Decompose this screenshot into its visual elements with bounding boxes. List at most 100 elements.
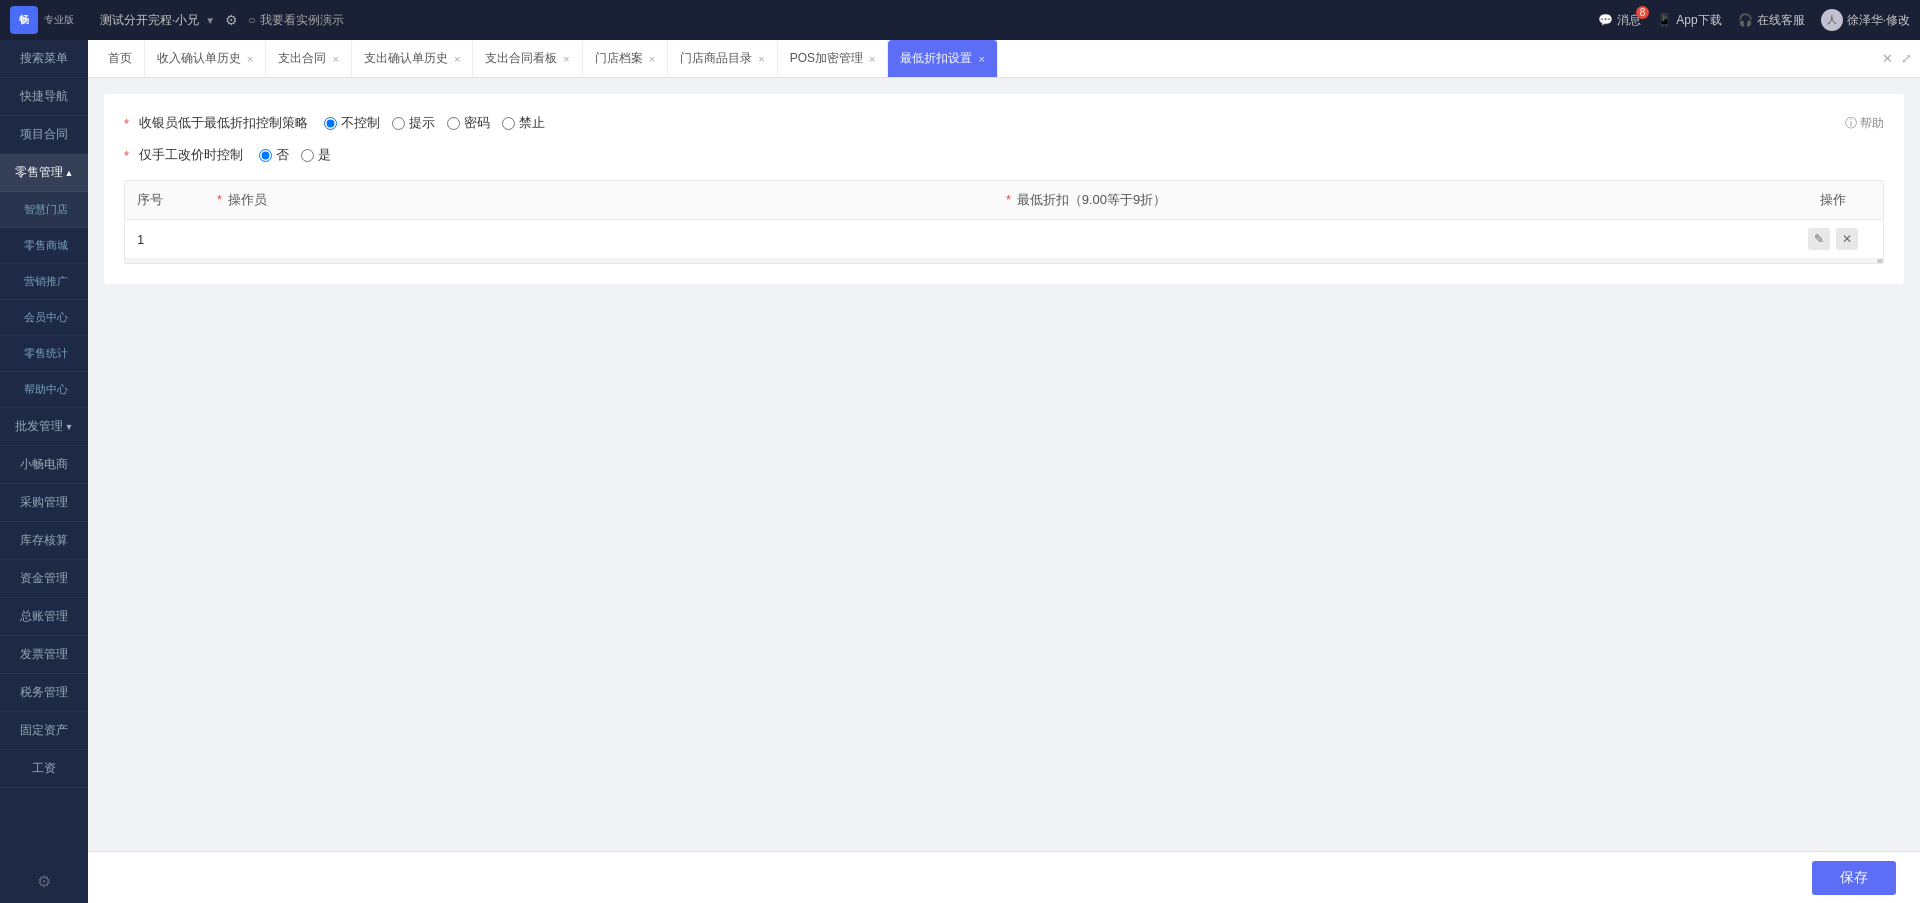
col-header-seq: 序号 <box>125 181 205 219</box>
sidebar-item-member[interactable]: 会员中心 <box>0 300 88 336</box>
option-manual-no[interactable]: 否 <box>259 146 289 164</box>
sidebar-item-inventory[interactable]: 库存核算 <box>0 522 88 560</box>
content-area: 首页 收入确认单历史 × 支出合同 × 支出确认单历史 × 支出合同看板 × 门… <box>88 40 1920 903</box>
sidebar-item-purchase[interactable]: 采购管理 <box>0 484 88 522</box>
page-content: * 收银员低于最低折扣控制策略 不控制 提示 密码 <box>88 78 1920 851</box>
sidebar-item-retail-stats[interactable]: 零售统计 <box>0 336 88 372</box>
tab-payment-kanban[interactable]: 支出合同看板 × <box>473 40 582 78</box>
manual-price-row: * 仅手工改价时控制 否 是 <box>124 146 1884 164</box>
sidebar-item-wholesale[interactable]: 批发管理 ▼ <box>0 408 88 446</box>
table-header: 序号 * 操作员 * 最低折扣（9.00等于9折） 操作 <box>125 181 1883 220</box>
logo-icon: 畅 <box>10 6 38 34</box>
message-icon: 💬 <box>1598 13 1613 27</box>
sidebar-item-tax[interactable]: 税务管理 <box>0 674 88 712</box>
option-manual-yes[interactable]: 是 <box>301 146 331 164</box>
app-download-label: App下载 <box>1676 12 1721 29</box>
edit-row-button[interactable]: ✎ <box>1808 228 1830 250</box>
col-required-operator: * <box>217 192 222 207</box>
manual-price-label: 仅手工改价时控制 <box>139 146 243 164</box>
tab-store-file[interactable]: 门店档案 × <box>583 40 668 78</box>
app-download-button[interactable]: 📱 App下载 <box>1657 12 1721 29</box>
sidebar-item-help[interactable]: 帮助中心 <box>0 372 88 408</box>
sidebar-item-smart-store[interactable]: 智慧门店 <box>0 192 88 228</box>
gear-icon[interactable]: ⚙ <box>225 12 238 28</box>
sidebar-item-fixed-assets[interactable]: 固定资产 <box>0 712 88 750</box>
tab-income-confirm[interactable]: 收入确认单历史 × <box>145 40 266 78</box>
tab-close-payment-contract[interactable]: × <box>332 53 338 65</box>
sidebar: 搜索菜单 快捷导航 项目合同 零售管理 ▲ 智慧门店 零售商城 营销推广 会员中… <box>0 40 88 903</box>
avatar: 人 <box>1821 9 1843 31</box>
project-label: 测试分开完程·小兄 <box>100 12 199 29</box>
cashier-strategy-row: * 收银员低于最低折扣控制策略 不控制 提示 密码 <box>124 114 1884 132</box>
sidebar-item-ledger[interactable]: 总账管理 <box>0 598 88 636</box>
help-button[interactable]: ⓘ 帮助 <box>1845 115 1884 132</box>
save-button[interactable]: 保存 <box>1812 861 1896 895</box>
settings-icon[interactable]: ⚙ <box>0 860 88 903</box>
required-mark-2: * <box>124 148 129 163</box>
sidebar-item-invoice[interactable]: 发票管理 <box>0 636 88 674</box>
radio-password[interactable] <box>447 117 460 130</box>
cell-operator-1[interactable] <box>205 223 994 255</box>
sidebar-item-salary[interactable]: 工资 <box>0 750 88 788</box>
sidebar-item-marketing[interactable]: 营销推广 <box>0 264 88 300</box>
option-forbid[interactable]: 禁止 <box>502 114 545 132</box>
tab-store-goods[interactable]: 门店商品目录 × <box>668 40 777 78</box>
sidebar-item-retail[interactable]: 零售管理 ▲ <box>0 154 88 192</box>
tab-close-pos-lock[interactable]: × <box>869 53 875 65</box>
discount-table: 序号 * 操作员 * 最低折扣（9.00等于9折） 操作 1 <box>124 180 1884 264</box>
col-header-operator: * 操作员 <box>205 181 994 219</box>
tab-close-payment-kanban[interactable]: × <box>563 53 569 65</box>
cashier-strategy-label: 收银员低于最低折扣控制策略 <box>139 114 308 132</box>
logo-text: 专业版 <box>44 14 74 26</box>
option-no-control[interactable]: 不控制 <box>324 114 380 132</box>
col-header-discount: * 最低折扣（9.00等于9折） <box>994 181 1783 219</box>
delete-row-button[interactable]: ✕ <box>1836 228 1858 250</box>
topbar: 畅 专业版 测试分开完程·小兄 ▼ ⚙ 我要看实例演示 💬 消息 8 📱 App… <box>0 0 1920 40</box>
tab-close-income-confirm[interactable]: × <box>247 53 253 65</box>
tabbar-actions: ✕ ⤢ <box>1882 51 1912 66</box>
option-remind[interactable]: 提示 <box>392 114 435 132</box>
scrollbar-thumb[interactable] <box>1877 259 1883 263</box>
tab-payment-confirm[interactable]: 支出确认单历史 × <box>352 40 473 78</box>
online-service-label: 在线客服 <box>1757 12 1805 29</box>
demo-label: 我要看实例演示 <box>260 12 344 29</box>
sidebar-item-search[interactable]: 搜索菜单 <box>0 40 88 78</box>
table-row: 1 ✎ ✕ <box>125 220 1883 259</box>
sidebar-item-shortcut[interactable]: 快捷导航 <box>0 78 88 116</box>
option-password[interactable]: 密码 <box>447 114 490 132</box>
demo-link[interactable]: 我要看实例演示 <box>248 12 343 29</box>
question-icon: ⓘ <box>1845 115 1857 132</box>
radio-no-control[interactable] <box>324 117 337 130</box>
tab-close-payment-confirm[interactable]: × <box>454 53 460 65</box>
download-icon: 📱 <box>1657 13 1672 27</box>
radio-manual-yes[interactable] <box>301 149 314 162</box>
tab-close-min-discount[interactable]: × <box>978 53 984 65</box>
radio-remind[interactable] <box>392 117 405 130</box>
sidebar-item-capital[interactable]: 资金管理 <box>0 560 88 598</box>
project-selector[interactable]: 测试分开完程·小兄 ▼ <box>100 12 215 29</box>
sidebar-item-retail-mall[interactable]: 零售商城 <box>0 228 88 264</box>
user-label: 徐泽华·修改 <box>1847 12 1910 29</box>
required-mark-1: * <box>124 116 129 131</box>
tab-home[interactable]: 首页 <box>96 40 145 78</box>
tab-pos-lock[interactable]: POS加密管理 × <box>778 40 889 78</box>
tab-min-discount[interactable]: 最低折扣设置 × <box>888 40 997 78</box>
message-button[interactable]: 💬 消息 8 <box>1598 12 1641 29</box>
radio-manual-no[interactable] <box>259 149 272 162</box>
tab-close-store-goods[interactable]: × <box>758 53 764 65</box>
tab-payment-contract[interactable]: 支出合同 × <box>266 40 351 78</box>
manual-price-options: 否 是 <box>259 146 331 164</box>
close-tab-icon[interactable]: ✕ <box>1882 51 1893 66</box>
sidebar-item-ecommerce[interactable]: 小畅电商 <box>0 446 88 484</box>
cell-seq-1: 1 <box>125 224 205 255</box>
user-menu[interactable]: 人 徐泽华·修改 <box>1821 9 1910 31</box>
sidebar-item-project[interactable]: 项目合同 <box>0 116 88 154</box>
expand-icon[interactable]: ⤢ <box>1901 51 1912 66</box>
radio-forbid[interactable] <box>502 117 515 130</box>
main-layout: 搜索菜单 快捷导航 项目合同 零售管理 ▲ 智慧门店 零售商城 营销推广 会员中… <box>0 40 1920 903</box>
tab-close-store-file[interactable]: × <box>649 53 655 65</box>
online-service-button[interactable]: 🎧 在线客服 <box>1738 12 1805 29</box>
cell-discount-1[interactable] <box>994 223 1783 255</box>
app-logo: 畅 专业版 <box>10 6 90 34</box>
content-card: * 收银员低于最低折扣控制策略 不控制 提示 密码 <box>104 94 1904 284</box>
